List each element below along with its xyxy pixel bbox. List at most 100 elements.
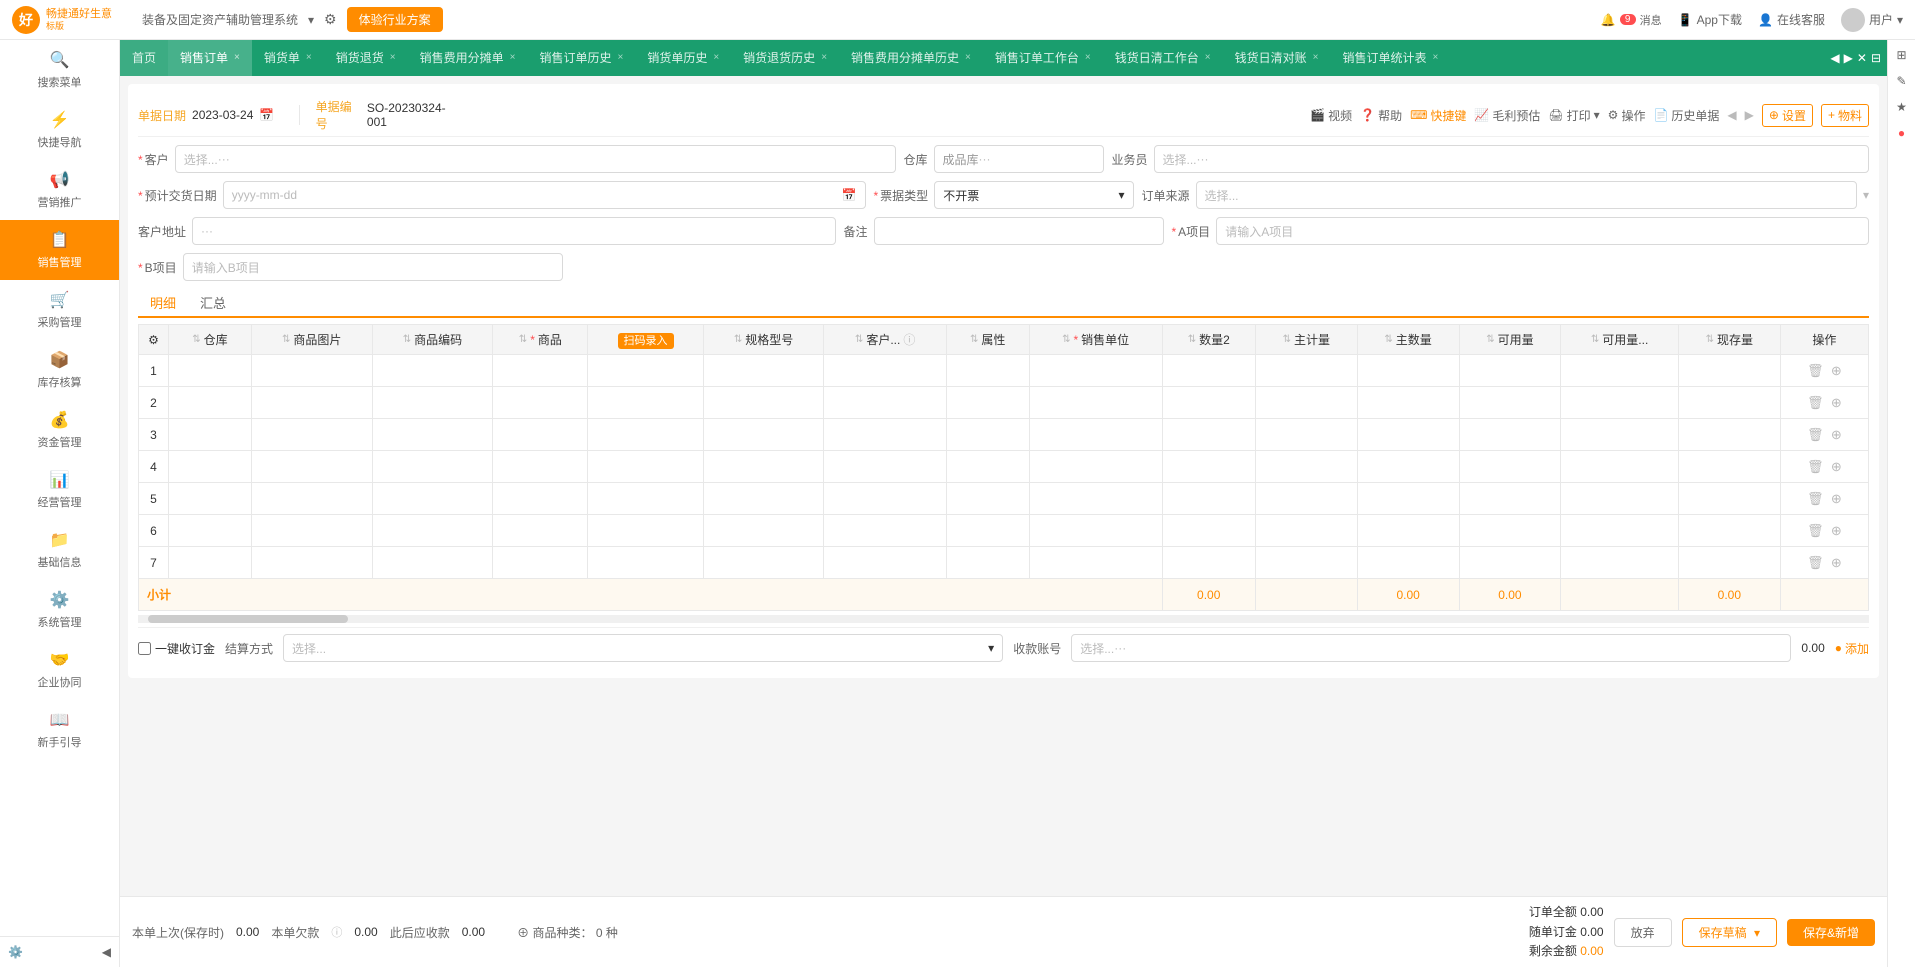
- row-warehouse[interactable]: [169, 483, 252, 515]
- row-qty2[interactable]: [1162, 355, 1255, 387]
- tab-fee-history[interactable]: 销售费用分摊单历史 ×: [839, 40, 983, 76]
- row-code[interactable]: [372, 419, 493, 451]
- tab-close-icon[interactable]: ×: [965, 40, 971, 76]
- toolbar-nav-prev[interactable]: ◀: [1727, 108, 1736, 122]
- row-code[interactable]: [372, 483, 493, 515]
- delete-icon[interactable]: 🗑: [1807, 459, 1824, 475]
- order-source-input[interactable]: 选择...: [1196, 181, 1857, 209]
- tab-close-all-icon[interactable]: ✕: [1857, 51, 1867, 65]
- sidebar-item-finance[interactable]: 💰 资金管理: [0, 400, 119, 460]
- tab-more-icon[interactable]: ⊟: [1871, 51, 1881, 65]
- row-spec[interactable]: [703, 419, 824, 451]
- row-code[interactable]: [372, 547, 493, 579]
- sidebar-settings-icon[interactable]: ⚙️: [8, 945, 23, 959]
- profit-button[interactable]: 📈 毛利预估: [1474, 107, 1540, 124]
- tab-invoice-history[interactable]: 销货单历史 ×: [635, 40, 731, 76]
- sidebar-item-purchase[interactable]: 🛒 采购管理: [0, 280, 119, 340]
- row-attribute[interactable]: [946, 451, 1029, 483]
- sidebar-item-inventory[interactable]: 📦 库存核算: [0, 340, 119, 400]
- scan-btn[interactable]: 扫码录入: [618, 333, 674, 349]
- salesperson-ellipsis-icon[interactable]: ···: [1197, 152, 1209, 166]
- delete-icon[interactable]: 🗑: [1807, 427, 1824, 443]
- row-product[interactable]: [493, 387, 588, 419]
- tab-close-icon[interactable]: ×: [306, 40, 312, 76]
- row-customer-code[interactable]: [824, 547, 946, 579]
- col-customer-code[interactable]: ⇅ 客户... ⓘ: [824, 325, 946, 355]
- method-select[interactable]: 选择... ▾: [283, 634, 1003, 662]
- col-code[interactable]: ⇅ 商品编码: [372, 325, 493, 355]
- row-main-qty[interactable]: [1357, 419, 1459, 451]
- row-main-unit[interactable]: [1255, 387, 1357, 419]
- row-main-unit[interactable]: [1255, 355, 1357, 387]
- tab-prev-icon[interactable]: ◀: [1830, 51, 1839, 65]
- row-warehouse[interactable]: [169, 355, 252, 387]
- discard-button[interactable]: 放弃: [1614, 918, 1672, 947]
- operation-button[interactable]: ⚙ 操作: [1608, 107, 1646, 124]
- copy-icon[interactable]: ⊕: [1831, 427, 1842, 443]
- account-input[interactable]: 选择... ···: [1071, 634, 1791, 662]
- one-click-checkbox[interactable]: [138, 642, 151, 655]
- tab-return-history[interactable]: 销货退货历史 ×: [731, 40, 839, 76]
- row-attribute[interactable]: [946, 355, 1029, 387]
- view-button[interactable]: 🎬 视频: [1310, 107, 1352, 124]
- tab-sales-order-history[interactable]: 销售订单历史 ×: [527, 40, 635, 76]
- col-stock[interactable]: ⇅ 现存量: [1678, 325, 1780, 355]
- user-menu[interactable]: 用户 ▾: [1841, 8, 1903, 32]
- row-main-unit[interactable]: [1255, 515, 1357, 547]
- sidebar-item-sales[interactable]: 📋 销售管理: [0, 220, 119, 280]
- col-spec[interactable]: ⇅ 规格型号: [703, 325, 824, 355]
- app-download-button[interactable]: 📱 App下载: [1678, 11, 1742, 28]
- settings-button[interactable]: ⊕ 设置: [1762, 104, 1813, 127]
- copy-icon[interactable]: ⊕: [1831, 363, 1842, 379]
- history-button[interactable]: 📄 历史单据: [1653, 107, 1719, 124]
- col-scan[interactable]: 扫码录入: [588, 325, 703, 355]
- col-available[interactable]: ⇅ 可用量: [1459, 325, 1561, 355]
- warehouse-input[interactable]: 成品库 ···: [934, 145, 1104, 173]
- tab-daily-reconcile[interactable]: 钱货日清对账 ×: [1223, 40, 1331, 76]
- customer-ellipsis-icon[interactable]: ···: [218, 152, 230, 166]
- settings-icon[interactable]: ⚙: [324, 11, 337, 28]
- industry-button[interactable]: 体验行业方案: [347, 7, 443, 32]
- row-main-qty[interactable]: [1357, 483, 1459, 515]
- row-product[interactable]: [493, 515, 588, 547]
- row-spec[interactable]: [703, 387, 824, 419]
- row-main-qty[interactable]: [1357, 451, 1459, 483]
- row-qty2[interactable]: [1162, 547, 1255, 579]
- row-customer-code[interactable]: [824, 387, 946, 419]
- sidebar-item-system[interactable]: ⚙️ 系统管理: [0, 580, 119, 640]
- tab-close-icon[interactable]: ×: [821, 40, 827, 76]
- row-product[interactable]: [493, 547, 588, 579]
- sidebar-item-search[interactable]: 🔍 搜索菜单: [0, 40, 119, 100]
- print-button[interactable]: 🖨 打印 ▾: [1548, 107, 1599, 124]
- tab-sales-fee[interactable]: 销售费用分摊单 ×: [408, 40, 528, 76]
- sidebar-item-marketing[interactable]: 📢 营销推广: [0, 160, 119, 220]
- delete-icon[interactable]: 🗑: [1807, 523, 1824, 539]
- col-attribute[interactable]: ⇅ 属性: [946, 325, 1029, 355]
- row-customer-code[interactable]: [824, 419, 946, 451]
- tab-close-icon[interactable]: ×: [617, 40, 623, 76]
- add-product-button[interactable]: + 物料: [1821, 104, 1869, 127]
- col-product[interactable]: ⇅ * 商品: [493, 325, 588, 355]
- address-ellipsis-icon[interactable]: ···: [201, 224, 213, 238]
- row-qty2[interactable]: [1162, 515, 1255, 547]
- row-product[interactable]: [493, 451, 588, 483]
- row-unit[interactable]: [1029, 451, 1162, 483]
- copy-icon[interactable]: ⊕: [1831, 523, 1842, 539]
- tab-close-icon[interactable]: ×: [510, 40, 516, 76]
- row-spec[interactable]: [703, 451, 824, 483]
- shortcut-button[interactable]: ⌨ 快捷键: [1410, 107, 1466, 124]
- row-code[interactable]: [372, 515, 493, 547]
- sidebar-item-enterprise[interactable]: 🤝 企业协同: [0, 640, 119, 700]
- col-main-qty[interactable]: ⇅ 主数量: [1357, 325, 1459, 355]
- row-product[interactable]: [493, 355, 588, 387]
- customer-input[interactable]: 选择... ···: [175, 145, 896, 173]
- row-spec[interactable]: [703, 547, 824, 579]
- delivery-date-input[interactable]: yyyy-mm-dd 📅: [223, 181, 866, 209]
- tab-close-icon[interactable]: ×: [1205, 40, 1211, 76]
- row-main-qty[interactable]: [1357, 355, 1459, 387]
- tab-next-icon[interactable]: ▶: [1844, 51, 1853, 65]
- product-count-icon[interactable]: ⊕: [517, 926, 529, 940]
- tab-daily-workbench[interactable]: 钱货日清工作台 ×: [1103, 40, 1223, 76]
- save-draft-button[interactable]: 保存草稿 ▾: [1682, 918, 1777, 947]
- col-settings[interactable]: ⚙: [139, 325, 169, 355]
